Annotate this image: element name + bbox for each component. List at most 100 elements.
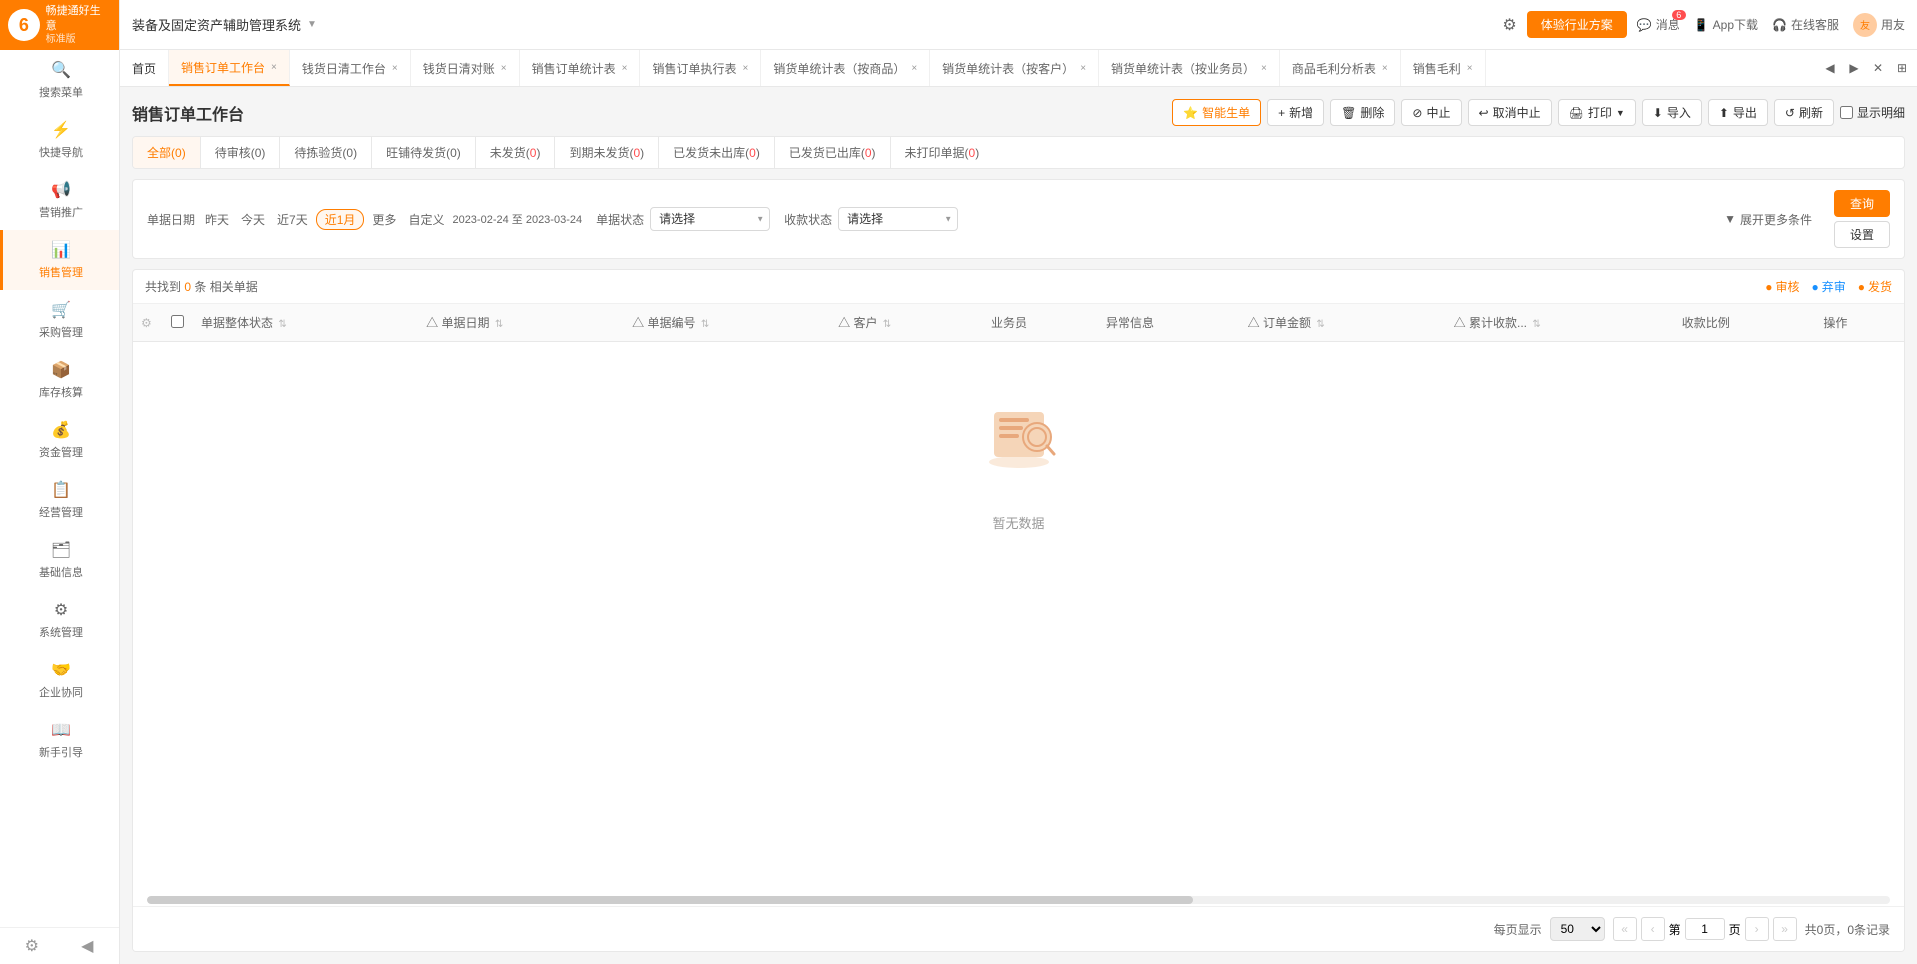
sidebar-item-search[interactable]: 🔍 搜索菜单 [0,50,119,110]
page-size-select[interactable]: 50 10 20 100 [1550,917,1605,941]
sidebar-item-cooperation[interactable]: 🤝 企业协同 [0,650,119,710]
tab-close-sales-order-exec[interactable]: × [742,63,748,74]
sidebar-item-guide[interactable]: 📖 新手引导 [0,710,119,770]
show-detail-checkbox[interactable]: 显示明细 [1840,104,1905,121]
filter-tab-pending-inspect[interactable]: 待拣验货(0) [280,137,372,168]
th-settings[interactable]: ⚙ [133,304,163,342]
sort-date-icon[interactable]: ⇅ [495,319,503,330]
date-option-更多[interactable]: 更多 [368,209,400,230]
sort-num-up-icon[interactable]: △ [632,316,644,330]
sidebar-item-marketing[interactable]: 📢 营销推广 [0,170,119,230]
sort-amt-up-icon[interactable]: △ [1248,316,1260,330]
date-option-今天[interactable]: 今天 [237,209,269,230]
tab-next-btn[interactable]: ▶ [1843,57,1865,79]
print-btn[interactable]: 🖨 打印 ▼ [1558,99,1636,126]
tab-cash-reconcile[interactable]: 钱货日清对账× [411,50,520,86]
filter-tab-all[interactable]: 全部(0) [133,137,201,168]
th-checkbox[interactable] [163,304,193,342]
tab-expand-btn[interactable]: ⊞ [1891,57,1913,79]
app-download-btn[interactable]: 📱 App下载 [1694,16,1758,33]
sort-cust-up-icon[interactable]: △ [838,316,850,330]
show-detail-input[interactable] [1840,106,1853,119]
payment-select[interactable]: 请选择 [838,207,958,231]
sidebar-item-purchase[interactable]: 🛒 采购管理 [0,290,119,350]
tab-sales-stats-staff[interactable]: 销货单统计表（按业务员）× [1099,50,1280,86]
tab-sales-stats-customer[interactable]: 销货单统计表（按客户）× [930,50,1099,86]
cancel-action-btn[interactable]: ● 弃审 [1811,278,1845,295]
stop-btn[interactable]: ⊘ 中止 [1401,99,1461,126]
prev-page-btn[interactable]: ‹ [1641,917,1665,941]
sidebar-item-sales[interactable]: 📊 销售管理 [0,230,119,290]
expand-filter-btn[interactable]: ▼ 展开更多条件 [1724,211,1812,228]
status-select[interactable]: 请选择 [650,207,770,231]
tab-close-sales-order-workbench[interactable]: × [271,62,277,73]
tab-sales-order-stats[interactable]: 销售订单统计表× [520,50,641,86]
tab-close-sales-stats-product[interactable]: × [911,63,917,74]
sort-collected-icon[interactable]: ⇅ [1532,319,1540,330]
cancel-stop-btn[interactable]: ↩ 取消中止 [1468,99,1552,126]
import-btn[interactable]: ⬇ 导入 [1642,99,1702,126]
date-option-自定义[interactable]: 自定义 [404,209,448,230]
tab-sales-order-exec[interactable]: 销售订单执行表× [640,50,761,86]
tab-cash-daily[interactable]: 钱货日清工作台× [290,50,411,86]
tab-close-sales-profit[interactable]: × [1467,63,1473,74]
tab-close-all-btn[interactable]: ✕ [1867,57,1889,79]
topbar-settings-icon[interactable]: ⚙ [1502,15,1516,35]
tab-sales-profit[interactable]: 销售毛利× [1401,50,1486,86]
tab-close-cash-daily[interactable]: × [392,63,398,74]
tab-gross-profit[interactable]: 商品毛利分析表× [1280,50,1401,86]
sort-status-icon[interactable]: ⇅ [278,319,286,330]
tab-sales-order-workbench[interactable]: 销售订单工作台× [169,50,290,86]
sidebar-item-operations[interactable]: 📋 经营管理 [0,470,119,530]
tab-close-gross-profit[interactable]: × [1382,63,1388,74]
filter-tab-unprinted[interactable]: 未打印单据(0) [891,137,994,168]
online-service-btn[interactable]: 🎧 在线客服 [1772,16,1839,33]
filter-tab-overdue-unshipped[interactable]: 到期未发货(0) [555,137,659,168]
sidebar-item-system[interactable]: ⚙ 系统管理 [0,590,119,650]
tab-prev-btn[interactable]: ◀ [1819,57,1841,79]
filter-tab-shipped-out[interactable]: 已发货已出库(0) [775,137,891,168]
filter-tab-pending-review[interactable]: 待审核(0) [201,137,281,168]
ship-action-btn[interactable]: ● 发货 [1858,278,1892,295]
filter-tab-unshipped[interactable]: 未发货(0) [476,137,556,168]
sort-number-icon[interactable]: ⇅ [701,319,709,330]
sidebar-item-basic-info[interactable]: 🗂 基础信息 [0,530,119,590]
sidebar-item-quick-nav[interactable]: ⚡ 快捷导航 [0,110,119,170]
date-option-近7天[interactable]: 近7天 [273,209,312,230]
message-btn[interactable]: 💬 消息 6 [1637,16,1680,33]
date-option-昨天[interactable]: 昨天 [201,209,233,230]
sort-date-up-icon[interactable]: △ [426,316,438,330]
page-input[interactable] [1685,918,1725,940]
filter-tab-wangpu-pending[interactable]: 旺铺待发货(0) [372,137,476,168]
filter-tab-shipped-not-out[interactable]: 已发货未出库(0) [659,137,775,168]
delete-btn[interactable]: 🗑 删除 [1330,99,1395,126]
select-all-checkbox[interactable] [171,315,184,328]
sidebar-item-inventory[interactable]: 📦 库存核算 [0,350,119,410]
tab-close-sales-stats-customer[interactable]: × [1080,63,1086,74]
date-option-近1月[interactable]: 近1月 [316,209,365,230]
first-page-btn[interactable]: « [1613,917,1637,941]
set-btn[interactable]: 设置 [1834,221,1890,248]
sidebar-settings-icon[interactable]: ⚙ [8,936,56,956]
tab-sales-stats-product[interactable]: 销货单统计表（按商品）× [761,50,930,86]
sort-amount-icon[interactable]: ⇅ [1316,319,1324,330]
industry-btn[interactable]: 体验行业方案 [1527,11,1627,38]
horizontal-scrollbar[interactable] [147,896,1890,904]
tab-home[interactable]: 首页 [120,50,169,86]
smart-order-btn[interactable]: ⭐ 智能生单 [1172,99,1261,126]
review-action-btn[interactable]: ● 审核 [1765,278,1799,295]
sort-customer-icon[interactable]: ⇅ [883,319,891,330]
user-btn[interactable]: 友 用友 [1853,13,1905,37]
add-btn[interactable]: + 新增 [1267,99,1324,126]
last-page-btn[interactable]: » [1773,917,1797,941]
tab-close-sales-stats-staff[interactable]: × [1261,63,1267,74]
refresh-btn[interactable]: ↺ 刷新 [1774,99,1834,126]
sidebar-item-finance[interactable]: 💰 资金管理 [0,410,119,470]
next-page-btn[interactable]: › [1745,917,1769,941]
query-btn[interactable]: 查询 [1834,190,1890,217]
sidebar-collapse-icon[interactable]: ◀ [64,936,112,956]
tab-close-sales-order-stats[interactable]: × [622,63,628,74]
tab-close-cash-reconcile[interactable]: × [501,63,507,74]
export-btn[interactable]: ⬆ 导出 [1708,99,1768,126]
sort-coll-up-icon[interactable]: △ [1454,316,1466,330]
